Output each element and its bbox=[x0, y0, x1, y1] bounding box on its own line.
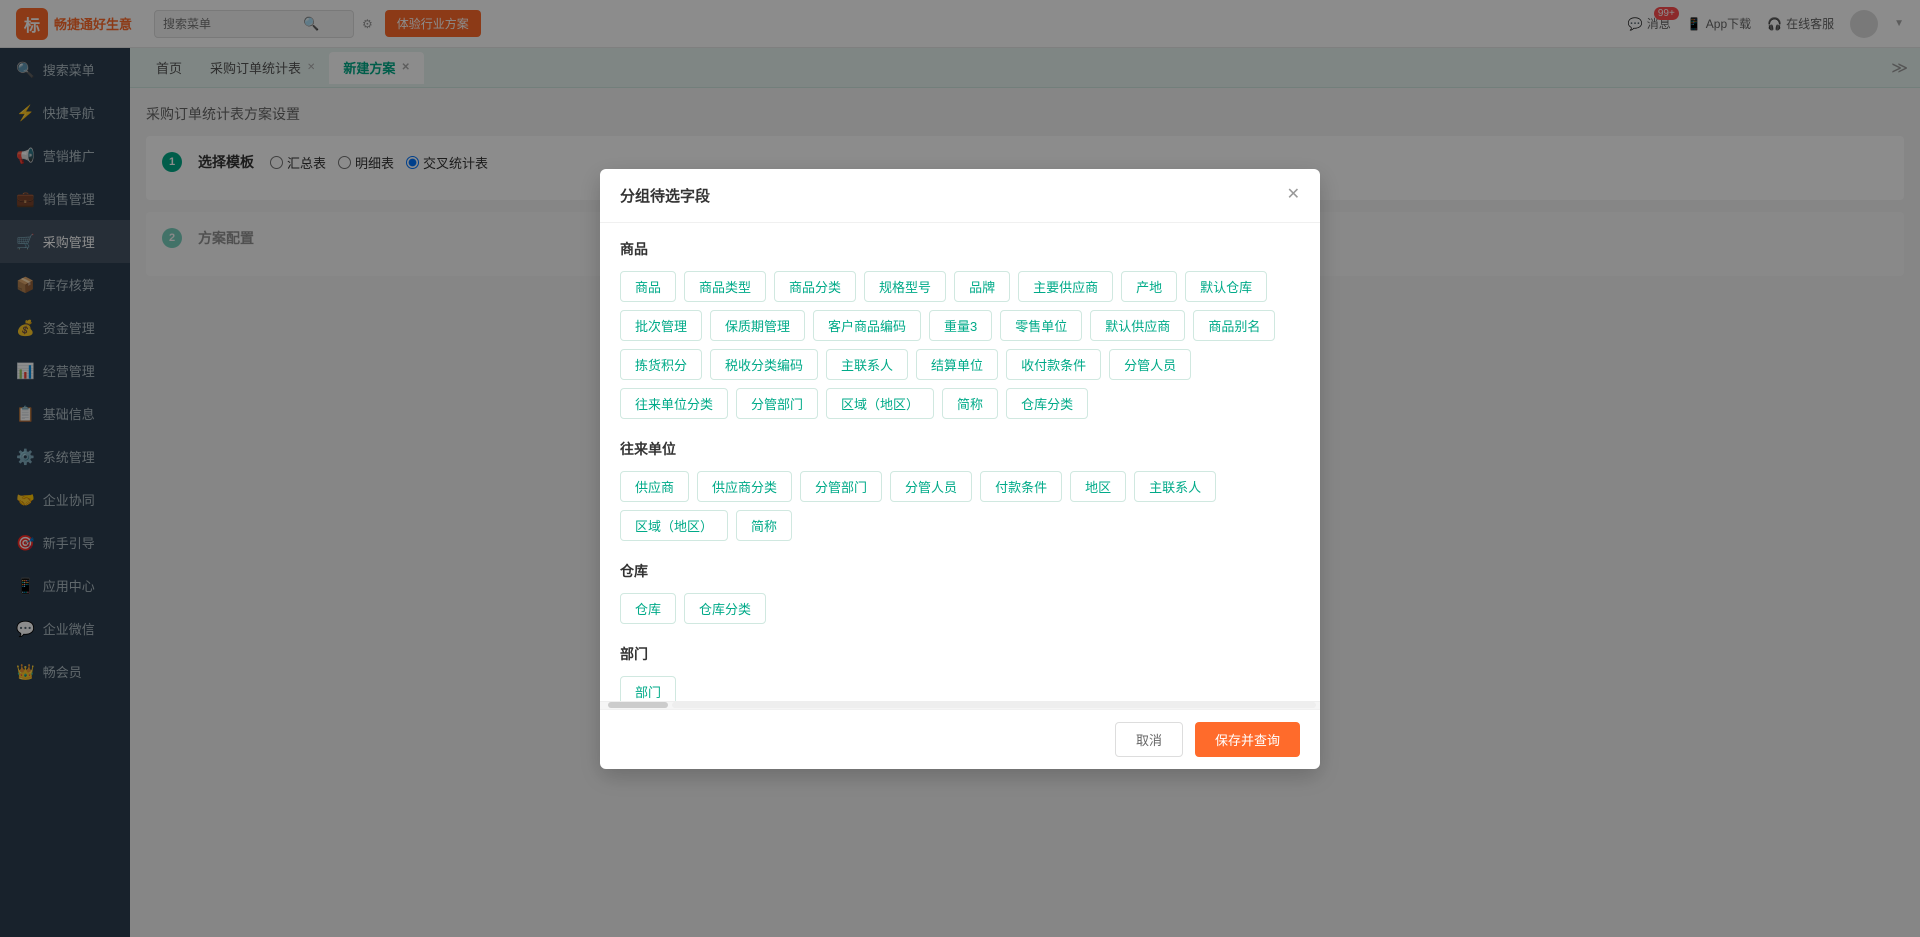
tag-quality-mgmt[interactable]: 保质期管理 bbox=[710, 310, 805, 341]
modal: 分组待选字段 ✕ 商品 商品 商品类型 商品分类 规格型号 品牌 主要供应商 产… bbox=[600, 169, 1320, 769]
tag-dept[interactable]: 分管部门 bbox=[736, 388, 818, 419]
dept-tags: 部门 bbox=[620, 676, 1300, 701]
tag-partner-person[interactable]: 分管人员 bbox=[890, 471, 972, 502]
section-department: 部门 部门 bbox=[620, 644, 1300, 701]
tag-dept2[interactable]: 部门 bbox=[620, 676, 676, 701]
modal-body: 商品 商品 商品类型 商品分类 规格型号 品牌 主要供应商 产地 默认仓库 批次… bbox=[600, 223, 1320, 701]
tag-product-category[interactable]: 商品分类 bbox=[774, 271, 856, 302]
section-product: 商品 商品 商品类型 商品分类 规格型号 品牌 主要供应商 产地 默认仓库 批次… bbox=[620, 239, 1300, 419]
tag-warehouse-category[interactable]: 仓库分类 bbox=[1006, 388, 1088, 419]
tag-spec-model[interactable]: 规格型号 bbox=[864, 271, 946, 302]
product-tags: 商品 商品类型 商品分类 规格型号 品牌 主要供应商 产地 默认仓库 批次管理 … bbox=[620, 271, 1300, 419]
tag-product-type[interactable]: 商品类型 bbox=[684, 271, 766, 302]
warehouse-tags: 仓库 仓库分类 bbox=[620, 593, 1300, 624]
tag-pick-points[interactable]: 拣货积分 bbox=[620, 349, 702, 380]
tag-origin[interactable]: 产地 bbox=[1121, 271, 1177, 302]
modal-overlay: 分组待选字段 ✕ 商品 商品 商品类型 商品分类 规格型号 品牌 主要供应商 产… bbox=[0, 0, 1920, 937]
tag-supplier[interactable]: 供应商 bbox=[620, 471, 689, 502]
tag-product[interactable]: 商品 bbox=[620, 271, 676, 302]
modal-footer: 取消 保存并查询 bbox=[600, 709, 1320, 769]
tag-responsible-person[interactable]: 分管人员 bbox=[1109, 349, 1191, 380]
tag-batch-mgmt[interactable]: 批次管理 bbox=[620, 310, 702, 341]
modal-cancel-btn[interactable]: 取消 bbox=[1115, 722, 1183, 757]
tag-payment-cond[interactable]: 付款条件 bbox=[980, 471, 1062, 502]
tag-customer-code[interactable]: 客户商品编码 bbox=[813, 310, 921, 341]
tag-unit-category[interactable]: 往来单位分类 bbox=[620, 388, 728, 419]
tag-main-contact2[interactable]: 主联系人 bbox=[1134, 471, 1216, 502]
section-partner: 往来单位 供应商 供应商分类 分管部门 分管人员 付款条件 地区 主联系人 区域… bbox=[620, 439, 1300, 541]
tag-default-warehouse[interactable]: 默认仓库 bbox=[1185, 271, 1267, 302]
modal-header: 分组待选字段 ✕ bbox=[600, 169, 1320, 223]
tag-weight[interactable]: 重量3 bbox=[929, 310, 992, 341]
modal-hscrollbar[interactable] bbox=[600, 701, 1320, 709]
tag-tax-code[interactable]: 税收分类编码 bbox=[710, 349, 818, 380]
tag-settlement-unit[interactable]: 结算单位 bbox=[916, 349, 998, 380]
tag-region2[interactable]: 区域（地区） bbox=[620, 510, 728, 541]
tag-payment-terms[interactable]: 收付款条件 bbox=[1006, 349, 1101, 380]
modal-title: 分组待选字段 bbox=[620, 185, 710, 206]
section-warehouse-title: 仓库 bbox=[620, 561, 1300, 581]
modal-save-btn[interactable]: 保存并查询 bbox=[1195, 722, 1300, 757]
tag-default-supplier[interactable]: 默认供应商 bbox=[1090, 310, 1185, 341]
section-product-title: 商品 bbox=[620, 239, 1300, 259]
tag-supplier-category[interactable]: 供应商分类 bbox=[697, 471, 792, 502]
tag-wh[interactable]: 仓库 bbox=[620, 593, 676, 624]
hscroll-thumb[interactable] bbox=[608, 702, 668, 708]
section-dept-title: 部门 bbox=[620, 644, 1300, 664]
tag-region[interactable]: 区域（地区） bbox=[826, 388, 934, 419]
partner-tags: 供应商 供应商分类 分管部门 分管人员 付款条件 地区 主联系人 区域（地区） … bbox=[620, 471, 1300, 541]
modal-close-btn[interactable]: ✕ bbox=[1287, 187, 1300, 203]
section-partner-title: 往来单位 bbox=[620, 439, 1300, 459]
tag-area[interactable]: 地区 bbox=[1070, 471, 1126, 502]
tag-retail-unit[interactable]: 零售单位 bbox=[1000, 310, 1082, 341]
tag-main-supplier[interactable]: 主要供应商 bbox=[1018, 271, 1113, 302]
section-warehouse: 仓库 仓库 仓库分类 bbox=[620, 561, 1300, 624]
tag-main-contact[interactable]: 主联系人 bbox=[826, 349, 908, 380]
tag-short-name2[interactable]: 简称 bbox=[736, 510, 792, 541]
hscroll-track bbox=[672, 702, 1316, 708]
tag-wh-category[interactable]: 仓库分类 bbox=[684, 593, 766, 624]
tag-short-name[interactable]: 简称 bbox=[942, 388, 998, 419]
tag-partner-dept[interactable]: 分管部门 bbox=[800, 471, 882, 502]
tag-brand[interactable]: 品牌 bbox=[954, 271, 1010, 302]
tag-product-alias[interactable]: 商品别名 bbox=[1193, 310, 1275, 341]
